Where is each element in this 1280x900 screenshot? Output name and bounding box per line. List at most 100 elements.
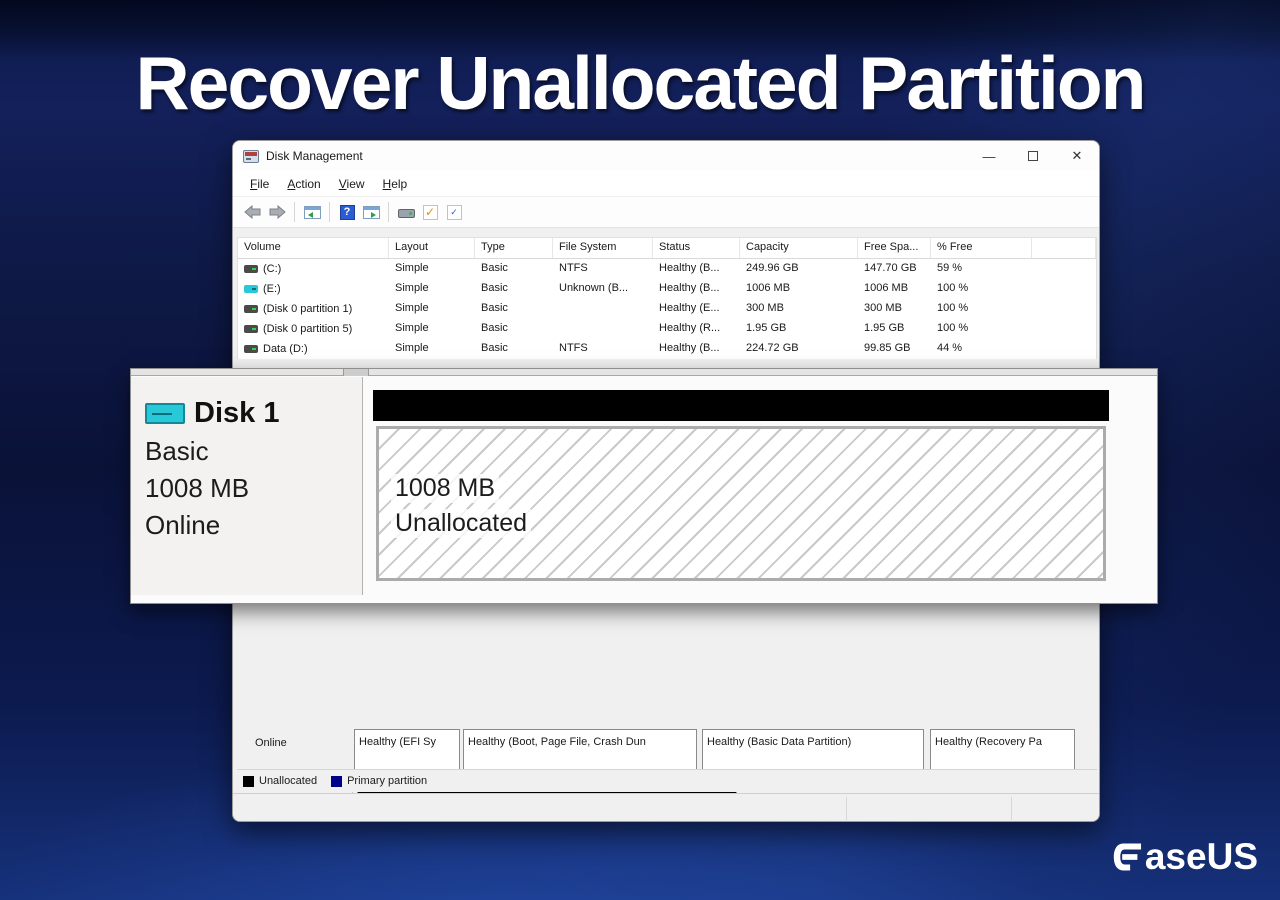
drive-icon xyxy=(244,325,258,333)
disk0-online-label: Online xyxy=(255,737,287,749)
cell-free-space: 1.95 GB xyxy=(864,322,905,334)
cell-type: Basic xyxy=(481,302,508,314)
cell-capacity: 224.72 GB xyxy=(746,342,799,354)
close-icon: ✕ xyxy=(1071,148,1083,163)
cell-pct-free: 100 % xyxy=(937,282,969,294)
partition-label: Healthy (Boot, Page File, Crash Dun xyxy=(468,736,646,748)
disk-rescan-icon xyxy=(397,209,415,218)
properties-button[interactable]: ✓ xyxy=(442,200,466,224)
cell-type: Basic xyxy=(481,262,508,274)
disk0-partition-data[interactable]: Healthy (Basic Data Partition) xyxy=(702,729,924,773)
window-title: Disk Management xyxy=(266,149,363,163)
disk1-magnified-callout: Disk 1 Basic 1008 MB Online 1008 MB Unal… xyxy=(130,368,1158,604)
help-icon: ? xyxy=(339,204,355,220)
menu-action[interactable]: Action xyxy=(278,174,329,194)
callout-unallocated-color-band xyxy=(373,390,1109,421)
disk-icon xyxy=(145,403,185,424)
cell-type: Basic xyxy=(481,322,508,334)
cell-status: Healthy (E... xyxy=(659,302,720,314)
primary-partition-swatch xyxy=(331,775,343,787)
action-pane-button[interactable] xyxy=(359,200,383,224)
page-title: Recover Unallocated Partition xyxy=(135,41,1147,125)
cell-capacity: 249.96 GB xyxy=(746,262,799,274)
column-header-file-system[interactable]: File System xyxy=(553,238,653,258)
legend-label: Primary partition xyxy=(347,775,428,787)
cell-free-space: 147.70 GB xyxy=(864,262,917,274)
menu-help[interactable]: Help xyxy=(374,174,417,194)
column-header-volume[interactable]: Volume xyxy=(238,238,389,258)
legend-item-primary-partition: Primary partition xyxy=(331,775,427,787)
disk0-partition-recovery[interactable]: Healthy (Recovery Pa xyxy=(930,729,1075,773)
cell-pct-free: 59 % xyxy=(937,262,963,274)
table-row[interactable]: (Disk 0 partition 5) Simple Basic Health… xyxy=(238,319,1096,339)
column-header-type[interactable]: Type xyxy=(475,238,553,258)
disk-management-app-icon xyxy=(243,149,259,163)
maximize-icon xyxy=(1028,151,1038,161)
cell-layout: Simple xyxy=(395,322,429,334)
back-button[interactable] xyxy=(241,200,265,224)
cell-status: Healthy (B... xyxy=(659,342,720,354)
volume-name: Data (D:) xyxy=(263,343,308,355)
show-console-tree-button[interactable] xyxy=(300,200,324,224)
cell-file-system: NTFS xyxy=(559,262,588,274)
legend-item-unallocated: Unallocated xyxy=(243,775,317,787)
table-row[interactable]: (E:) Simple Basic Unknown (B... Healthy … xyxy=(238,279,1096,299)
rescan-disks-button[interactable] xyxy=(394,200,418,224)
easeus-logo: aseUS xyxy=(1107,836,1258,878)
partition-label: Healthy (Basic Data Partition) xyxy=(707,736,852,748)
column-header-pct-free[interactable]: % Free xyxy=(931,238,1032,258)
status-bar-separator xyxy=(846,797,847,820)
callout-partition-size-label: 1008 MB xyxy=(391,474,500,503)
toolbar: ? ✓ ✓ xyxy=(233,197,1099,228)
callout-disk-type: Basic xyxy=(145,436,209,466)
column-header-status[interactable]: Status xyxy=(653,238,740,258)
table-row[interactable]: (C:) Simple Basic NTFS Healthy (B... 249… xyxy=(238,259,1096,279)
volume-name: (Disk 0 partition 1) xyxy=(263,303,353,315)
unallocated-swatch xyxy=(243,775,254,787)
table-row[interactable]: Data (D:) Simple Basic NTFS Healthy (B..… xyxy=(238,339,1096,359)
callout-unallocated-hatch: 1008 MB Unallocated xyxy=(376,426,1106,581)
partition-label: Healthy (EFI Sy xyxy=(359,736,437,748)
help-button[interactable]: ? xyxy=(335,200,359,224)
cell-capacity: 300 MB xyxy=(746,302,784,314)
cell-layout: Simple xyxy=(395,262,429,274)
window-titlebar[interactable]: Disk Management — ✕ xyxy=(233,141,1099,171)
status-bar-separator xyxy=(1011,797,1012,820)
close-button[interactable]: ✕ xyxy=(1055,141,1099,171)
cell-free-space: 1006 MB xyxy=(864,282,909,294)
cell-layout: Simple xyxy=(395,342,429,354)
table-row[interactable]: (Disk 0 partition 1) Simple Basic Health… xyxy=(238,299,1096,319)
drive-icon xyxy=(244,305,258,313)
cell-capacity: 1.95 GB xyxy=(746,322,787,334)
forward-button[interactable] xyxy=(265,200,289,224)
column-header-filler xyxy=(1032,238,1096,258)
column-header-free-space[interactable]: Free Spa... xyxy=(858,238,931,258)
toolbar-separator xyxy=(329,202,330,222)
disk0-partition-boot[interactable]: Healthy (Boot, Page File, Crash Dun xyxy=(463,729,697,773)
minimize-icon: — xyxy=(982,148,996,164)
menu-view[interactable]: View xyxy=(330,174,374,194)
callout-disk-status: Online xyxy=(145,510,221,540)
column-header-capacity[interactable]: Capacity xyxy=(740,238,858,258)
cell-layout: Simple xyxy=(395,282,429,294)
check-button[interactable]: ✓ xyxy=(418,200,442,224)
cell-file-system: NTFS xyxy=(559,342,588,354)
column-header-layout[interactable]: Layout xyxy=(389,238,475,258)
menu-file[interactable]: File xyxy=(241,174,278,194)
drive-icon xyxy=(244,345,258,353)
callout-partition-state-label: Unallocated xyxy=(391,509,532,538)
maximize-button[interactable] xyxy=(1011,141,1055,171)
console-tree-icon xyxy=(303,205,321,219)
easeus-wordmark: aseUS xyxy=(1144,836,1258,877)
callout-disk-info-panel: Disk 1 Basic 1008 MB Online xyxy=(131,377,363,595)
minimize-button[interactable]: — xyxy=(967,141,1011,171)
cell-pct-free: 44 % xyxy=(937,342,963,354)
cell-free-space: 99.85 GB xyxy=(864,342,911,354)
cell-file-system xyxy=(553,319,653,339)
cell-status: Healthy (R... xyxy=(659,322,721,334)
cell-status: Healthy (B... xyxy=(659,262,720,274)
status-bar xyxy=(233,793,1099,821)
cell-file-system xyxy=(553,299,653,319)
disk0-partition-efi[interactable]: Healthy (EFI Sy xyxy=(354,729,460,773)
volume-name: (Disk 0 partition 5) xyxy=(263,323,353,335)
